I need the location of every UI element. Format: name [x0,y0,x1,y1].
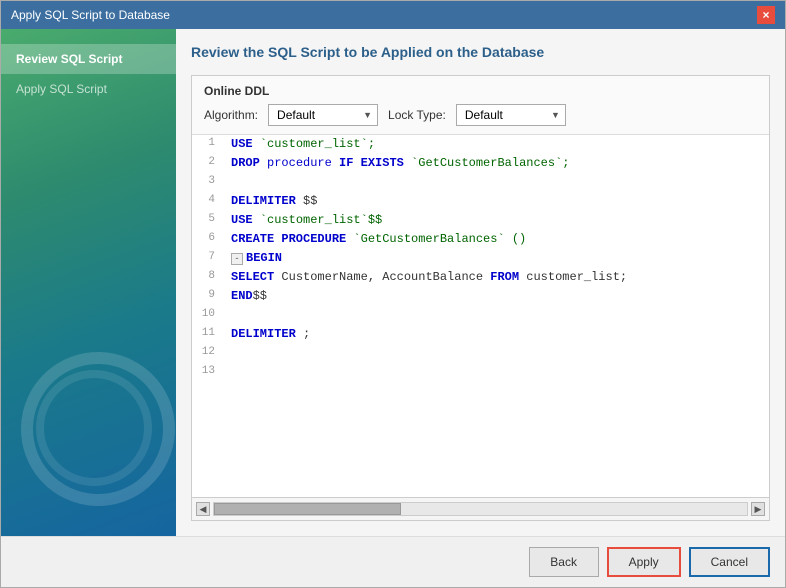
footer: Back Apply Cancel [1,536,785,587]
line-code: DELIMITER ; [227,325,769,344]
line-number: 8 [192,268,227,287]
locktype-select[interactable]: Default None Shared Exclusive [456,104,566,126]
table-row: 12 [192,344,769,363]
locktype-select-wrapper: Default None Shared Exclusive [456,104,566,126]
main-content: Review the SQL Script to be Applied on t… [176,29,785,536]
table-row: 1USE `customer_list`; [192,135,769,154]
scroll-left-button[interactable]: ◀ [196,502,210,516]
line-number: 5 [192,211,227,230]
close-button[interactable]: × [757,6,775,24]
scroll-thumb[interactable] [214,503,401,515]
table-row: 3 [192,173,769,192]
table-row: 8SELECT CustomerName, AccountBalance FRO… [192,268,769,287]
line-code: USE `customer_list`$$ [227,211,769,230]
content-area: Review SQL Script Apply SQL Script Revie… [1,29,785,536]
line-code: SELECT CustomerName, AccountBalance FROM… [227,268,769,287]
locktype-label: Lock Type: [388,108,446,122]
code-area[interactable]: 1USE `customer_list`;2DROP procedure IF … [192,135,769,497]
apply-button[interactable]: Apply [607,547,681,577]
table-row: 10 [192,306,769,325]
horizontal-scrollbar[interactable]: ◀ ▶ [192,497,769,520]
line-code: CREATE PROCEDURE `GetCustomerBalances` (… [227,230,769,249]
sidebar: Review SQL Script Apply SQL Script [1,29,176,536]
table-row: 13 [192,363,769,382]
ddl-section: Online DDL Algorithm: Default Instant In… [191,75,770,521]
line-code [227,173,769,192]
cancel-button[interactable]: Cancel [689,547,770,577]
code-table: 1USE `customer_list`;2DROP procedure IF … [192,135,769,382]
algorithm-select-wrapper: Default Instant Inplace Copy [268,104,378,126]
line-number: 13 [192,363,227,382]
line-code [227,344,769,363]
scroll-track[interactable] [213,502,748,516]
table-row: 5USE `customer_list`$$ [192,211,769,230]
line-number: 4 [192,192,227,211]
scroll-right-button[interactable]: ▶ [751,502,765,516]
line-code: DROP procedure IF EXISTS `GetCustomerBal… [227,154,769,173]
line-number: 1 [192,135,227,154]
sidebar-item-apply[interactable]: Apply SQL Script [1,74,176,104]
algorithm-label: Algorithm: [204,108,258,122]
line-number: 12 [192,344,227,363]
table-row: 4DELIMITER $$ [192,192,769,211]
line-code [227,306,769,325]
line-code: DELIMITER $$ [227,192,769,211]
line-code: END$$ [227,287,769,306]
line-number: 6 [192,230,227,249]
table-row: 11DELIMITER ; [192,325,769,344]
line-number: 7 [192,249,227,268]
line-code: USE `customer_list`; [227,135,769,154]
main-window: Apply SQL Script to Database × Review SQ… [0,0,786,588]
table-row: 2DROP procedure IF EXISTS `GetCustomerBa… [192,154,769,173]
line-code: -BEGIN [227,249,769,268]
line-number: 2 [192,154,227,173]
table-row: 9END$$ [192,287,769,306]
back-button[interactable]: Back [529,547,599,577]
page-title: Review the SQL Script to be Applied on t… [191,44,770,60]
line-number: 3 [192,173,227,192]
sidebar-item-review[interactable]: Review SQL Script [1,44,176,74]
ddl-header: Online DDL Algorithm: Default Instant In… [192,76,769,135]
line-number: 9 [192,287,227,306]
line-number: 11 [192,325,227,344]
title-bar: Apply SQL Script to Database × [1,1,785,29]
line-code [227,363,769,382]
algorithm-select[interactable]: Default Instant Inplace Copy [268,104,378,126]
table-row: 7-BEGIN [192,249,769,268]
line-number: 10 [192,306,227,325]
ddl-label: Online DDL [204,84,757,98]
table-row: 6CREATE PROCEDURE `GetCustomerBalances` … [192,230,769,249]
ddl-controls: Algorithm: Default Instant Inplace Copy … [204,104,757,126]
window-title: Apply SQL Script to Database [11,8,170,22]
fold-button[interactable]: - [231,253,243,265]
